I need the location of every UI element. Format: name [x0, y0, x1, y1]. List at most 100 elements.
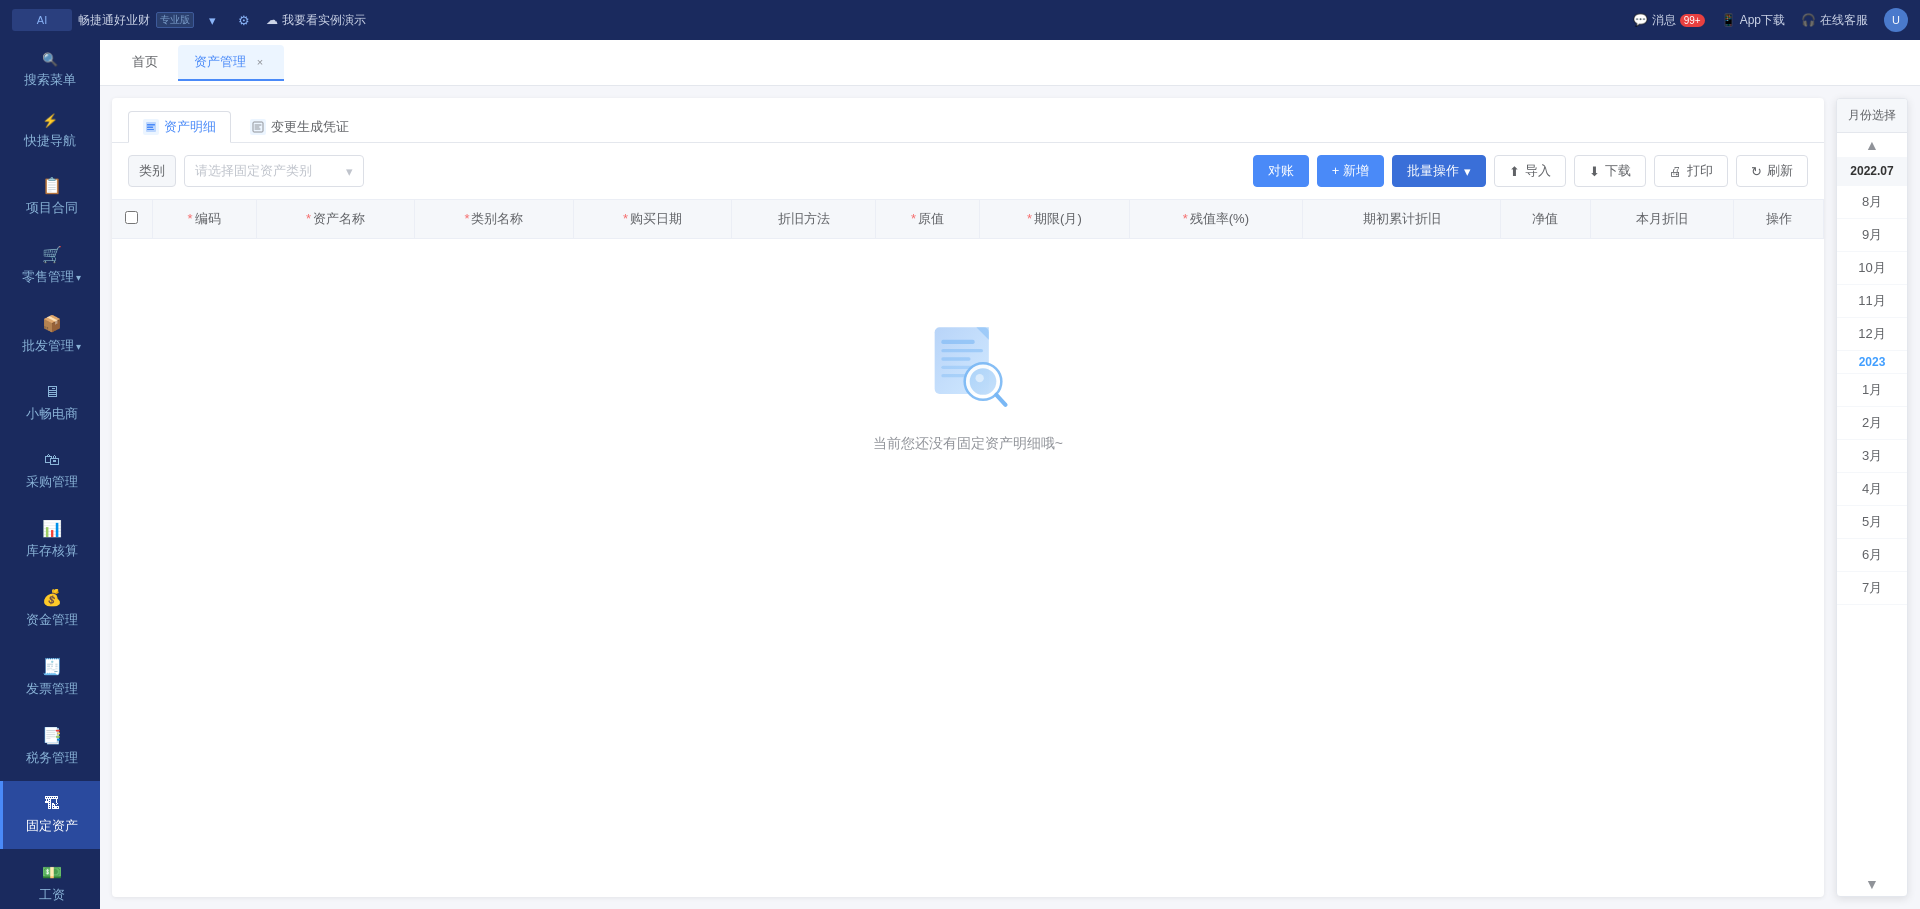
sidebar-item-finance[interactable]: 💰 资金管理	[0, 574, 100, 643]
sidebar-item-purchase[interactable]: 🛍 采购管理	[0, 437, 100, 505]
table-header-residual-rate: *残值率(%)	[1129, 200, 1303, 239]
main-layout: 🔍 搜索菜单 ⚡ 快捷导航 📋 项目合同 🛒 零售管理▾ 📦 批发管理▾ 🖥 小…	[0, 40, 1920, 909]
batch-button[interactable]: 批量操作 ▾	[1392, 155, 1486, 187]
retail-icon: 🛒	[42, 245, 62, 264]
settings-icon[interactable]: ⚙	[230, 6, 258, 34]
app-icon: 📱	[1721, 13, 1736, 27]
month-item-2023-2[interactable]: 2月	[1837, 407, 1907, 440]
user-avatar[interactable]: U	[1884, 8, 1908, 32]
app-download-button[interactable]: 📱 App下载	[1721, 12, 1785, 29]
svg-rect-8	[941, 357, 970, 360]
search-icon: 🔍	[42, 52, 58, 67]
tab-asset-label: 资产管理	[194, 53, 246, 71]
brand-logo-text: AI	[37, 14, 47, 26]
invoice-icon: 🧾	[42, 657, 62, 676]
month-item-2023-6[interactable]: 6月	[1837, 539, 1907, 572]
brand-logo: AI	[12, 9, 72, 31]
sub-tab-change-voucher[interactable]: 变更生成凭证	[235, 110, 364, 142]
sidebar-item-inventory[interactable]: 📊 库存核算	[0, 505, 100, 574]
reconcile-button[interactable]: 对账	[1253, 155, 1309, 187]
sidebar-item-salary[interactable]: 💵 工资	[0, 849, 100, 909]
refresh-icon: ↻	[1751, 164, 1762, 179]
month-current-year[interactable]: 2022.07	[1837, 157, 1907, 186]
table-header-original-value: *原值	[875, 200, 979, 239]
sidebar-item-tax[interactable]: 📑 税务管理	[0, 712, 100, 781]
import-button[interactable]: ⬆ 导入	[1494, 155, 1566, 187]
main-panel: 资产明细 变更生成凭证 类别 请选择固定资产类别	[112, 98, 1824, 897]
project-icon: 📋	[42, 176, 62, 195]
brand-dropdown[interactable]: ▾	[202, 10, 222, 30]
inner-content: 资产明细 变更生成凭证 类别 请选择固定资产类别	[100, 86, 1920, 909]
month-item-8[interactable]: 8月	[1837, 186, 1907, 219]
month-nav-down[interactable]: ▼	[1837, 872, 1907, 896]
table-header-monthly-depreciation: 本月折旧	[1590, 200, 1734, 239]
svg-rect-3	[147, 129, 154, 130]
empty-state: 当前您还没有固定资产明细哦~	[112, 239, 1824, 533]
message-label: 消息	[1652, 12, 1676, 29]
demo-icon: ☁	[266, 13, 278, 27]
svg-rect-7	[941, 349, 983, 352]
download-button[interactable]: ⬇ 下载	[1574, 155, 1646, 187]
sidebar-item-label: 固定资产	[26, 817, 78, 835]
quicknav-icon: ⚡	[42, 113, 58, 128]
asset-detail-icon	[143, 119, 159, 135]
tab-home[interactable]: 首页	[116, 45, 174, 81]
wholesale-icon: 📦	[42, 314, 62, 333]
sidebar-search[interactable]: 🔍 搜索菜单	[0, 40, 100, 101]
content-area: 首页 资产管理 × 资产明细	[100, 40, 1920, 909]
month-year-2023: 2023	[1837, 351, 1907, 374]
add-button[interactable]: + 新增	[1317, 155, 1384, 187]
table-header-depreciation-method: 折旧方法	[732, 200, 876, 239]
demo-text: 我要看实例演示	[282, 12, 366, 29]
tab-home-label: 首页	[132, 53, 158, 71]
category-label: 类别	[128, 155, 176, 187]
print-button[interactable]: 🖨 打印	[1654, 155, 1728, 187]
sub-tab-asset-detail-label: 资产明细	[164, 118, 216, 136]
fixed-assets-icon: 🏗	[44, 795, 60, 813]
avatar-circle: U	[1884, 8, 1908, 32]
select-all-checkbox[interactable]	[125, 211, 138, 224]
month-nav-up[interactable]: ▲	[1837, 133, 1907, 157]
demo-link[interactable]: ☁ 我要看实例演示	[266, 12, 366, 29]
sub-tab-bar: 资产明细 变更生成凭证	[112, 98, 1824, 143]
sidebar-item-project[interactable]: 📋 项目合同	[0, 162, 100, 231]
online-service-button[interactable]: 🎧 在线客服	[1801, 12, 1868, 29]
table-header-period: *期限(月)	[980, 200, 1129, 239]
top-bar-right: 💬 消息 99+ 📱 App下载 🎧 在线客服 U	[1633, 8, 1908, 32]
sidebar-item-fixed-assets[interactable]: 🏗 固定资产	[0, 781, 100, 849]
message-button[interactable]: 💬 消息 99+	[1633, 12, 1705, 29]
month-item-2023-5[interactable]: 5月	[1837, 506, 1907, 539]
toolbar-right: 对账 + 新增 批量操作 ▾ ⬆ 导入 ⬇ 下载	[1253, 155, 1808, 187]
month-item-12[interactable]: 12月	[1837, 318, 1907, 351]
month-item-2023-3[interactable]: 3月	[1837, 440, 1907, 473]
empty-icon	[918, 319, 1018, 419]
sidebar-item-ecommerce[interactable]: 🖥 小畅电商	[0, 369, 100, 437]
refresh-label: 刷新	[1767, 162, 1793, 180]
month-item-2023-4[interactable]: 4月	[1837, 473, 1907, 506]
table-header-accumulated-depreciation: 期初累计折旧	[1303, 200, 1501, 239]
month-item-10[interactable]: 10月	[1837, 252, 1907, 285]
tab-close-icon[interactable]: ×	[252, 54, 268, 70]
month-item-11[interactable]: 11月	[1837, 285, 1907, 318]
month-item-2023-7[interactable]: 7月	[1837, 572, 1907, 605]
sub-tab-asset-detail[interactable]: 资产明细	[128, 111, 231, 143]
sidebar-quicknav[interactable]: ⚡ 快捷导航	[0, 101, 100, 162]
month-selector: 月份选择 ▲ 2022.07 8月 9月 10月 11月 12月 2023 1月…	[1836, 98, 1908, 897]
sidebar-item-label: 批发管理▾	[22, 337, 81, 355]
svg-rect-2	[147, 126, 153, 128]
refresh-button[interactable]: ↻ 刷新	[1736, 155, 1808, 187]
brand-edition: 专业版	[156, 12, 194, 28]
tax-icon: 📑	[42, 726, 62, 745]
quicknav-label: 快捷导航	[24, 132, 76, 150]
sub-tab-change-voucher-label: 变更生成凭证	[271, 118, 349, 136]
month-item-2023-1[interactable]: 1月	[1837, 374, 1907, 407]
sidebar-item-wholesale[interactable]: 📦 批发管理▾	[0, 300, 100, 369]
sidebar-item-invoice[interactable]: 🧾 发票管理	[0, 643, 100, 712]
tab-asset-management[interactable]: 资产管理 ×	[178, 45, 284, 81]
headset-icon: 🎧	[1801, 13, 1816, 27]
download-label: 下载	[1605, 162, 1631, 180]
sidebar-item-retail[interactable]: 🛒 零售管理▾	[0, 231, 100, 300]
category-select[interactable]: 请选择固定资产类别 ▾	[184, 155, 364, 187]
svg-point-14	[975, 374, 983, 382]
month-item-9[interactable]: 9月	[1837, 219, 1907, 252]
